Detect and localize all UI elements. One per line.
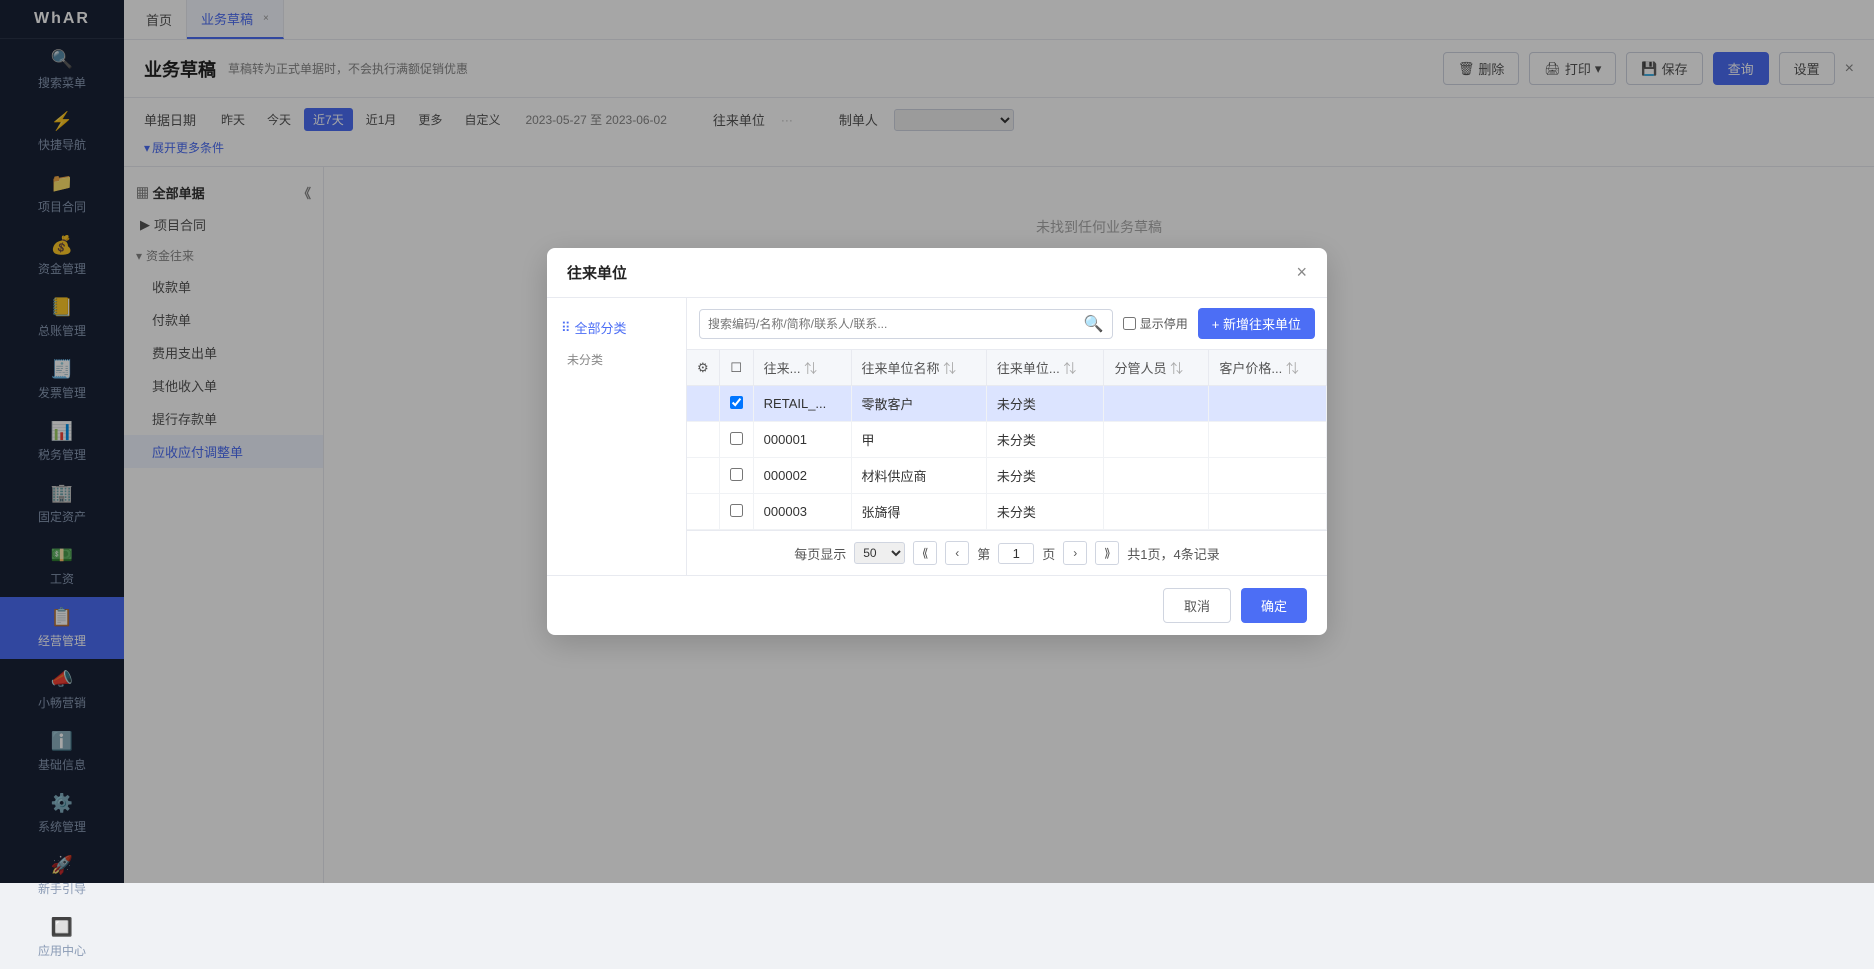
grid-small-icon: ⠿ [561,320,571,336]
row-checkbox[interactable] [719,458,753,494]
sort-icon: ⇅ [804,361,817,376]
th-price: 客户价格... ⇅ [1209,350,1327,386]
row-price [1209,422,1327,458]
row-check-2[interactable] [730,432,743,445]
table-row[interactable]: RETAIL_... 零散客户 未分类 [687,386,1327,422]
table-row[interactable]: 000001 甲 未分类 [687,422,1327,458]
row-name: 零散客户 [851,386,986,422]
row-category: 未分类 [986,494,1104,530]
row-manager [1104,458,1209,494]
row-manager [1104,494,1209,530]
first-page-button[interactable]: ⟪ [913,541,937,565]
row-check-4[interactable] [730,504,743,517]
modal-search-input[interactable] [708,317,1078,331]
sort-icon-2: ⇅ [943,361,956,376]
modal-left-panel: ⠿ 全部分类 未分类 [547,298,687,575]
sort-icon-5: ⇅ [1286,361,1299,376]
row-category: 未分类 [986,422,1104,458]
total-info: 共1页，4条记录 [1127,544,1219,563]
row-name: 张旖得 [851,494,986,530]
modal-close-button[interactable]: × [1296,262,1307,283]
row-settings [687,494,719,530]
row-checkbox[interactable] [719,494,753,530]
row-price [1209,494,1327,530]
party-table: ⚙ ☐ 往来... ⇅ 往来单位名称 ⇅ [687,350,1327,530]
row-category: 未分类 [986,458,1104,494]
app-center-icon: 🔲 [51,917,73,938]
modal-table: ⚙ ☐ 往来... ⇅ 往来单位名称 ⇅ [687,350,1327,530]
row-price [1209,386,1327,422]
page-word-first: 第 [977,544,990,563]
row-manager [1104,386,1209,422]
last-page-button[interactable]: ⟫ [1095,541,1119,565]
show-disabled-label: 显示停用 [1140,315,1188,332]
row-code: 000003 [753,494,851,530]
th-manager: 分管人员 ⇅ [1104,350,1209,386]
show-disabled-check[interactable]: 显示停用 [1123,315,1188,332]
row-price [1209,458,1327,494]
th-checkbox: ☐ [719,350,753,386]
row-settings [687,458,719,494]
page-word: 页 [1042,544,1055,563]
sort-icon-4: ⇅ [1170,361,1183,376]
modal-party: 往来单位 × ⠿ 全部分类 未分类 🔍 [547,248,1327,635]
table-row[interactable]: 000003 张旖得 未分类 [687,494,1327,530]
row-settings [687,386,719,422]
row-name: 材料供应商 [851,458,986,494]
prev-page-button[interactable]: ‹ [945,541,969,565]
modal-right-panel: 🔍 显示停用 + 新增往来单位 ⚙ [687,298,1327,575]
modal-search-icon: 🔍 [1084,314,1104,334]
th-code: 往来... ⇅ [753,350,851,386]
table-header-row: ⚙ ☐ 往来... ⇅ 往来单位名称 ⇅ [687,350,1327,386]
row-settings [687,422,719,458]
per-page-select[interactable]: 50 100 [854,542,905,564]
row-checkbox[interactable] [719,422,753,458]
modal-header: 往来单位 × [547,248,1327,298]
row-check-3[interactable] [730,468,743,481]
modal-category-all[interactable]: ⠿ 全部分类 [547,310,686,345]
modal-pagination: 每页显示 50 100 ⟪ ‹ 第 页 › ⟫ 共1页，4条记录 [687,530,1327,575]
row-category: 未分类 [986,386,1104,422]
modal-body: ⠿ 全部分类 未分类 🔍 显示停用 [547,298,1327,575]
modal-footer: 取消 确定 [547,575,1327,635]
sidebar-item-app-center[interactable]: 🔲 应用中心 [0,907,124,969]
sort-icon-3: ⇅ [1063,361,1076,376]
row-check-1[interactable] [730,396,743,409]
row-checkbox[interactable] [719,386,753,422]
modal-search-box[interactable]: 🔍 [699,309,1113,339]
confirm-button[interactable]: 确定 [1241,588,1307,623]
row-code: RETAIL_... [753,386,851,422]
cancel-button[interactable]: 取消 [1163,588,1231,623]
table-row[interactable]: 000002 材料供应商 未分类 [687,458,1327,494]
show-disabled-checkbox[interactable] [1123,317,1136,330]
sidebar-item-label: 应用中心 [38,942,86,959]
row-name: 甲 [851,422,986,458]
row-manager [1104,422,1209,458]
row-code: 000002 [753,458,851,494]
modal-category-uncategorized[interactable]: 未分类 [547,345,686,374]
modal-toolbar: 🔍 显示停用 + 新增往来单位 [687,298,1327,350]
per-page-label: 每页显示 [794,544,846,563]
th-name: 往来单位名称 ⇅ [851,350,986,386]
th-category: 往来单位... ⇅ [986,350,1104,386]
page-number-input[interactable] [998,543,1034,564]
th-settings: ⚙ [687,350,719,386]
modal-overlay: 往来单位 × ⠿ 全部分类 未分类 🔍 [0,0,1874,883]
row-code: 000001 [753,422,851,458]
add-party-button[interactable]: + 新增往来单位 [1198,308,1315,339]
modal-title: 往来单位 [567,262,627,283]
next-page-button[interactable]: › [1063,541,1087,565]
